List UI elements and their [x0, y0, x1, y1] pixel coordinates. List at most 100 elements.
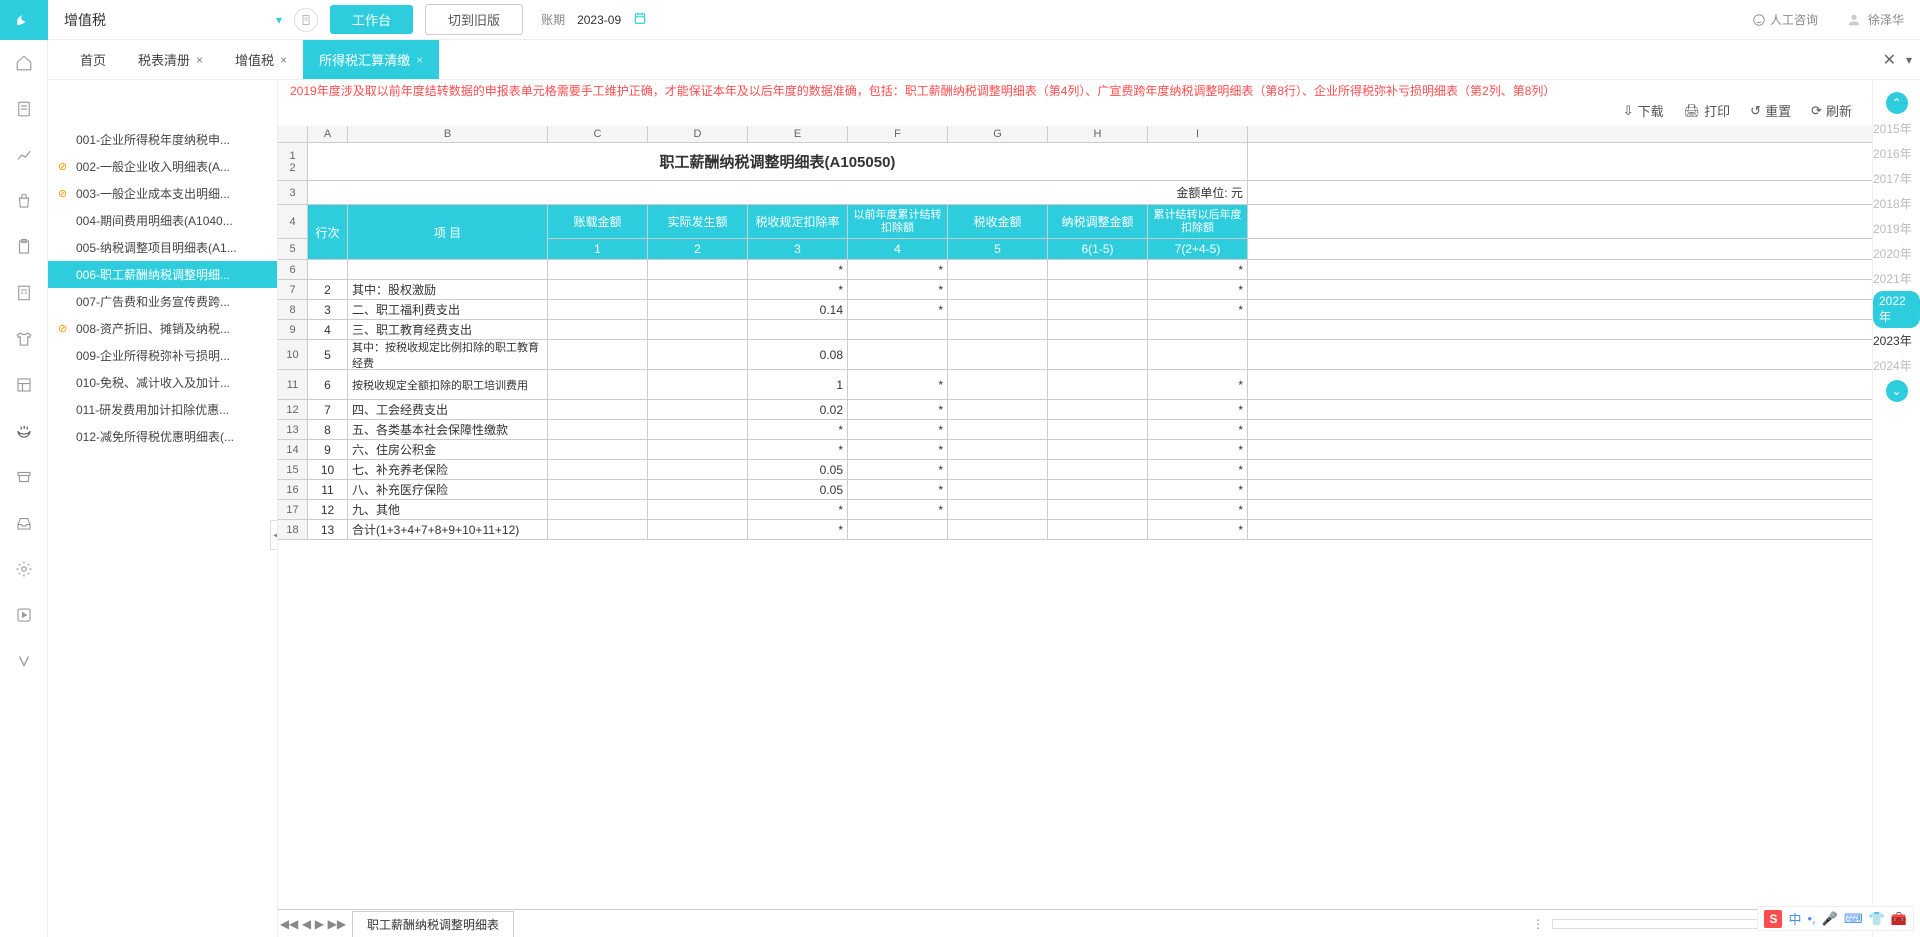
col-header[interactable]: F — [848, 126, 948, 142]
list-item[interactable]: 009-企业所得税弥补亏损明... — [48, 342, 277, 369]
col-header[interactable]: D — [648, 126, 748, 142]
row-number[interactable]: 13 — [278, 420, 308, 439]
row-number[interactable]: 17 — [278, 500, 308, 519]
row-number[interactable]: 7 — [278, 280, 308, 299]
tab-close-all-icon[interactable]: ✕ — [1883, 50, 1896, 70]
nav-bag-icon[interactable] — [0, 178, 47, 224]
list-item[interactable]: 006-职工薪酬纳税调整明细... — [48, 261, 277, 288]
col-header[interactable]: I — [1148, 126, 1248, 142]
old-version-button[interactable]: 切到旧版 — [425, 4, 523, 35]
nav-v-icon[interactable] — [0, 638, 47, 684]
workspace-button[interactable]: 工作台 — [330, 5, 413, 34]
user-menu[interactable]: 徐泽华 — [1846, 11, 1904, 28]
period-value[interactable]: 2023-09 — [577, 13, 621, 27]
nav-home-icon[interactable] — [0, 40, 47, 86]
sheet-tab[interactable]: 职工薪酬纳税调整明细表 — [352, 911, 514, 937]
calendar-icon[interactable] — [633, 11, 647, 28]
year-option[interactable]: 2016年 — [1873, 141, 1920, 166]
col-header[interactable]: H — [1048, 126, 1148, 142]
reset-button[interactable]: ↺ 重置 — [1750, 101, 1791, 120]
year-up-icon[interactable]: ⌃ — [1886, 92, 1908, 114]
list-item[interactable]: ⊘003-一般企业成本支出明细... — [48, 180, 277, 207]
close-icon[interactable]: × — [416, 53, 423, 67]
nav-doc-icon[interactable] — [0, 86, 47, 132]
row-number[interactable]: 10 — [278, 340, 308, 369]
nav-chart-icon[interactable] — [0, 132, 47, 178]
year-option[interactable]: 2020年 — [1873, 241, 1920, 266]
year-option[interactable]: 2024年 — [1873, 353, 1920, 378]
collapse-handle[interactable]: ◀ — [270, 520, 278, 550]
nav-calc-icon[interactable] — [0, 270, 47, 316]
row-number[interactable]: 8 — [278, 300, 308, 319]
list-item[interactable]: 001-企业所得税年度纳税申... — [48, 126, 277, 153]
list-item[interactable]: ⊘008-资产折旧、摊销及纳税... — [48, 315, 277, 342]
tab-overflow-icon[interactable]: ▾ — [1906, 53, 1912, 67]
row-number[interactable]: 9 — [278, 320, 308, 339]
year-option[interactable]: 2022年 — [1873, 291, 1920, 328]
list-item[interactable]: 005-纳税调整项目明细表(A1... — [48, 234, 277, 261]
close-icon[interactable]: × — [196, 53, 203, 67]
row-number[interactable]: 3 — [278, 181, 308, 204]
ime-punct-icon[interactable]: •, — [1808, 911, 1816, 926]
list-item[interactable]: 011-研发费用加计扣除优惠... — [48, 396, 277, 423]
sheet-nav-prev[interactable]: ◀ — [302, 917, 311, 931]
row-number[interactable]: 18 — [278, 520, 308, 539]
row-number[interactable]: 15 — [278, 460, 308, 479]
nav-clipboard-icon[interactable] — [0, 224, 47, 270]
year-option[interactable]: 2018年 — [1873, 191, 1920, 216]
sheet-nav-next[interactable]: ▶ — [315, 917, 324, 931]
row-number[interactable]: 11 — [278, 370, 308, 399]
col-header[interactable]: B — [348, 126, 548, 142]
refresh-button[interactable]: ⟳ 刷新 — [1811, 101, 1852, 120]
sheet-menu-icon[interactable]: ⋮ — [1532, 917, 1544, 931]
nav-play-icon[interactable] — [0, 592, 47, 638]
row-number[interactable]: 4 — [278, 205, 308, 238]
year-option[interactable]: 2017年 — [1873, 166, 1920, 191]
col-header[interactable]: C — [548, 126, 648, 142]
row-number[interactable]: 16 — [278, 480, 308, 499]
row-number[interactable]: 12 — [278, 400, 308, 419]
year-option[interactable]: 2021年 — [1873, 266, 1920, 291]
nav-bowl-icon[interactable] — [0, 408, 47, 454]
ime-mic-icon[interactable]: 🎤 — [1822, 911, 1838, 927]
nav-dashboard-icon[interactable] — [0, 362, 47, 408]
year-down-icon[interactable]: ⌄ — [1886, 380, 1908, 402]
col-header[interactable]: G — [948, 126, 1048, 142]
col-header[interactable]: E — [748, 126, 848, 142]
download-button[interactable]: ⇩ 下载 — [1623, 101, 1664, 120]
table-row: 149六、住房公积金*** — [278, 440, 1872, 460]
list-item[interactable]: 010-免税、减计收入及加计... — [48, 369, 277, 396]
ime-skin-icon[interactable]: 👕 — [1869, 911, 1885, 927]
row-number[interactable]: 14 — [278, 440, 308, 459]
tab-首页[interactable]: 首页 — [64, 40, 122, 79]
row-number[interactable]: 5 — [278, 239, 308, 259]
spreadsheet[interactable]: A B C D E F G H I 12 职工薪酬纳税调整明细表(A105050… — [278, 126, 1872, 909]
year-option[interactable]: 2015年 — [1873, 116, 1920, 141]
nav-archive-icon[interactable] — [0, 454, 47, 500]
ime-bar[interactable]: S 中 •, 🎤 ⌨ 👕 🧰 — [1757, 906, 1914, 931]
ime-keyboard-icon[interactable]: ⌨ — [1844, 911, 1863, 927]
list-item[interactable]: 012-减免所得税优惠明细表(... — [48, 423, 277, 450]
ime-tool-icon[interactable]: 🧰 — [1891, 911, 1907, 927]
sheet-nav-first[interactable]: ◀◀ — [280, 917, 298, 931]
round-doc-button[interactable] — [294, 8, 318, 32]
list-item[interactable]: ⊘002-一般企业收入明细表(A... — [48, 153, 277, 180]
col-header[interactable]: A — [308, 126, 348, 142]
nav-inbox-icon[interactable] — [0, 500, 47, 546]
list-item[interactable]: 004-期间费用明细表(A1040... — [48, 207, 277, 234]
sheet-nav-last[interactable]: ▶▶ — [328, 917, 346, 931]
year-option[interactable]: 2019年 — [1873, 216, 1920, 241]
year-option[interactable]: 2023年 — [1873, 328, 1920, 353]
tax-type-select[interactable]: 增值税 ▾ — [64, 10, 282, 30]
close-icon[interactable]: × — [280, 53, 287, 67]
row-number[interactable]: 12 — [278, 143, 308, 180]
ai-consult-link[interactable]: 人工咨询 — [1752, 11, 1818, 28]
nav-shirt-icon[interactable] — [0, 316, 47, 362]
row-number[interactable]: 6 — [278, 260, 308, 279]
nav-gear-icon[interactable] — [0, 546, 47, 592]
tab-所得税汇算清缴[interactable]: 所得税汇算清缴× — [303, 40, 439, 79]
print-button[interactable]: 🖨 打印 — [1684, 101, 1731, 120]
list-item[interactable]: 007-广告费和业务宣传费跨... — [48, 288, 277, 315]
tab-税表清册[interactable]: 税表清册× — [122, 40, 219, 79]
tab-增值税[interactable]: 增值税× — [219, 40, 303, 79]
